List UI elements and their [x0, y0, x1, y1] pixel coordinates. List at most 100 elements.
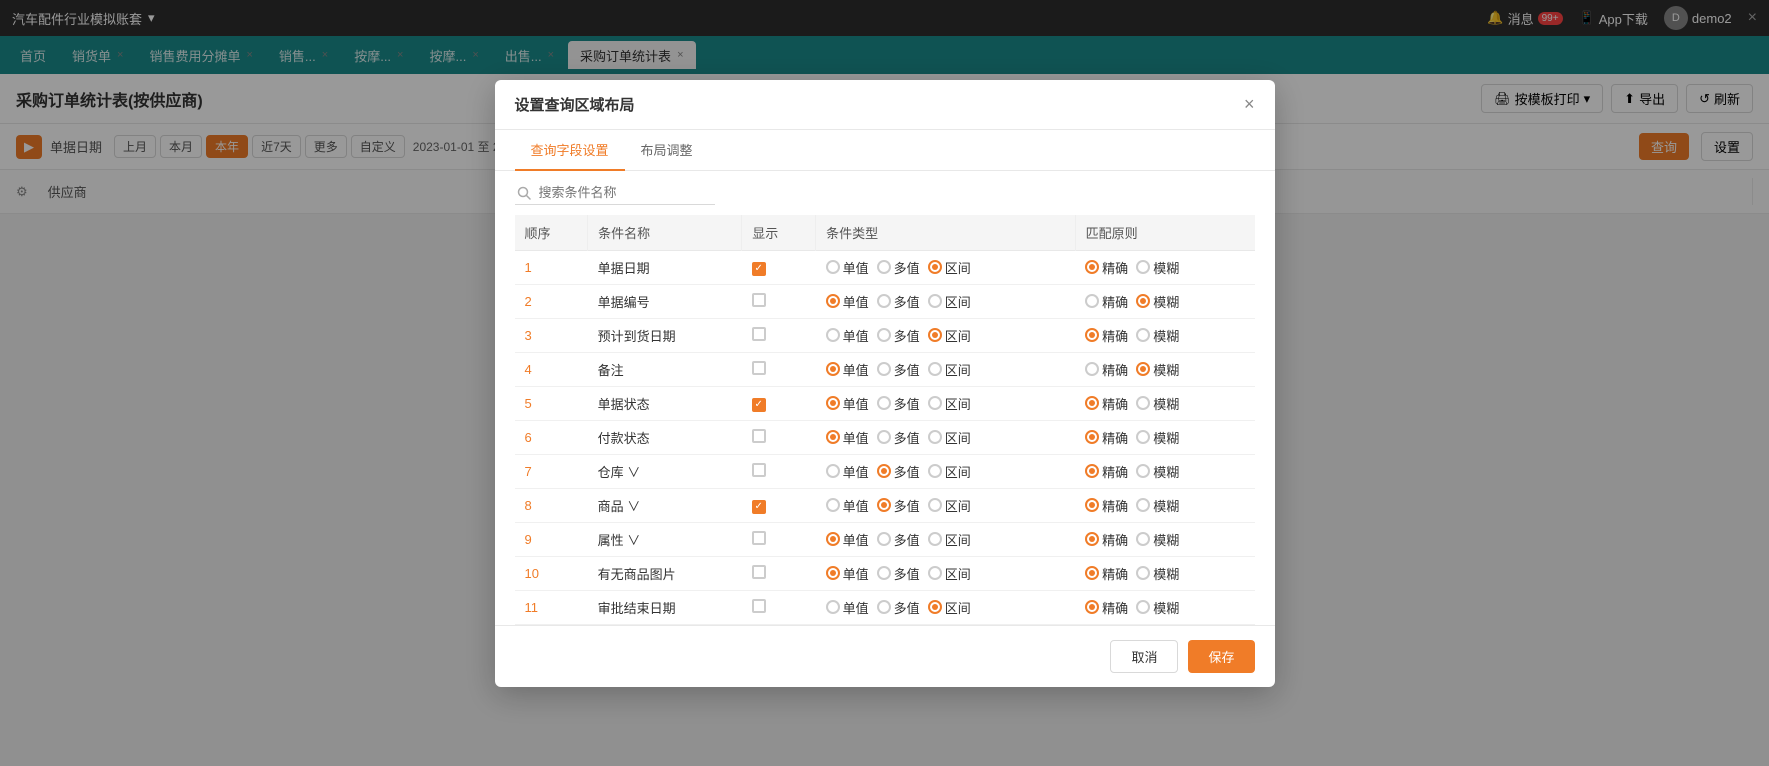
radio-type-单值[interactable]: 单值	[826, 530, 869, 549]
radio-match-精确[interactable]: 精确	[1085, 258, 1128, 277]
radio-type-单值[interactable]: 单值	[826, 326, 869, 345]
radio-match-精确[interactable]: 精确	[1085, 326, 1128, 345]
row-display-checkbox[interactable]	[742, 318, 816, 352]
radio-type-单值[interactable]: 单值	[826, 292, 869, 311]
radio-match-精确[interactable]: 精确	[1085, 564, 1128, 583]
radio-type-区间[interactable]: 区间	[928, 360, 971, 379]
radio-type-多值[interactable]: 多值	[877, 530, 920, 549]
radio-type-多值[interactable]: 多值	[877, 428, 920, 447]
row-display-checkbox[interactable]	[742, 352, 816, 386]
radio-type-多值[interactable]: 多值	[877, 564, 920, 583]
radio-match-精确[interactable]: 精确	[1085, 496, 1128, 515]
search-input[interactable]	[515, 181, 715, 205]
modal-close-button[interactable]: ×	[1244, 95, 1255, 113]
radio-type-区间[interactable]: 区间	[928, 428, 971, 447]
radio-match-模糊[interactable]: 模糊	[1136, 462, 1179, 481]
radio-match-精确[interactable]: 精确	[1085, 394, 1128, 413]
display-checkbox[interactable]	[752, 293, 766, 307]
radio-type-区间[interactable]: 区间	[928, 530, 971, 549]
radio-type-区间[interactable]: 区间	[928, 326, 971, 345]
radio-match-模糊[interactable]: 模糊	[1136, 292, 1179, 311]
radio-type-单值[interactable]: 单值	[826, 360, 869, 379]
row-match-radios: 精确模糊	[1075, 420, 1254, 454]
order-number: 2	[525, 294, 532, 309]
radio-type-多值[interactable]: 多值	[877, 326, 920, 345]
radio-match-精确[interactable]: 精确	[1085, 360, 1128, 379]
table-row: 9属性 ∨单值多值区间精确模糊	[515, 522, 1255, 556]
save-button[interactable]: 保存	[1188, 640, 1254, 673]
radio-type-区间[interactable]: 区间	[928, 394, 971, 413]
radio-type-多值[interactable]: 多值	[877, 360, 920, 379]
radio-match-模糊[interactable]: 模糊	[1136, 258, 1179, 277]
radio-type-多值[interactable]: 多值	[877, 496, 920, 515]
row-match-radios: 精确模糊	[1075, 352, 1254, 386]
display-checkbox[interactable]	[752, 327, 766, 341]
radio-match-精确[interactable]: 精确	[1085, 598, 1128, 617]
row-order: 6	[515, 420, 588, 454]
radio-match-模糊[interactable]: 模糊	[1136, 598, 1179, 617]
radio-type-单值[interactable]: 单值	[826, 564, 869, 583]
radio-match-模糊[interactable]: 模糊	[1136, 564, 1179, 583]
row-match-radios: 精确模糊	[1075, 284, 1254, 318]
row-condition-name: 审批结束日期	[588, 590, 742, 624]
radio-match-精确[interactable]: 精确	[1085, 292, 1128, 311]
table-header: 顺序 条件名称 显示 条件类型 匹配原则	[515, 215, 1255, 251]
row-type-radios: 单值多值区间	[816, 386, 1076, 420]
row-display-checkbox[interactable]	[742, 454, 816, 488]
row-display-checkbox[interactable]	[742, 522, 816, 556]
radio-match-精确[interactable]: 精确	[1085, 428, 1128, 447]
display-checkbox[interactable]	[752, 599, 766, 613]
radio-match-模糊[interactable]: 模糊	[1136, 496, 1179, 515]
radio-type-区间[interactable]: 区间	[928, 292, 971, 311]
row-display-checkbox[interactable]	[742, 590, 816, 624]
table-row: 6付款状态单值多值区间精确模糊	[515, 420, 1255, 454]
radio-type-多值[interactable]: 多值	[877, 394, 920, 413]
radio-type-多值[interactable]: 多值	[877, 292, 920, 311]
radio-type-多值[interactable]: 多值	[877, 258, 920, 277]
radio-match-模糊[interactable]: 模糊	[1136, 394, 1179, 413]
radio-type-区间[interactable]: 区间	[928, 462, 971, 481]
radio-type-单值[interactable]: 单值	[826, 394, 869, 413]
row-display-checkbox[interactable]	[742, 420, 816, 454]
row-display-checkbox[interactable]	[742, 250, 816, 284]
display-checkbox[interactable]	[752, 429, 766, 443]
radio-type-区间[interactable]: 区间	[928, 496, 971, 515]
radio-type-区间[interactable]: 区间	[928, 598, 971, 617]
radio-type-单值[interactable]: 单值	[826, 428, 869, 447]
radio-type-多值[interactable]: 多值	[877, 462, 920, 481]
modal-tab-layout-adjust-label: 布局调整	[641, 143, 693, 158]
radio-match-精确[interactable]: 精确	[1085, 462, 1128, 481]
display-checkbox[interactable]	[752, 500, 766, 514]
radio-type-单值[interactable]: 单值	[826, 258, 869, 277]
display-checkbox[interactable]	[752, 361, 766, 375]
radio-type-多值[interactable]: 多值	[877, 598, 920, 617]
row-match-radios: 精确模糊	[1075, 522, 1254, 556]
display-checkbox[interactable]	[752, 531, 766, 545]
order-number: 7	[525, 464, 532, 479]
display-checkbox[interactable]	[752, 262, 766, 276]
row-display-checkbox[interactable]	[742, 386, 816, 420]
display-checkbox[interactable]	[752, 398, 766, 412]
radio-match-精确[interactable]: 精确	[1085, 530, 1128, 549]
radio-match-模糊[interactable]: 模糊	[1136, 326, 1179, 345]
radio-type-单值[interactable]: 单值	[826, 598, 869, 617]
table-row: 7仓库 ∨单值多值区间精确模糊	[515, 454, 1255, 488]
table-row: 3预计到货日期单值多值区间精确模糊	[515, 318, 1255, 352]
radio-type-区间[interactable]: 区间	[928, 258, 971, 277]
row-display-checkbox[interactable]	[742, 556, 816, 590]
radio-match-模糊[interactable]: 模糊	[1136, 360, 1179, 379]
radio-type-单值[interactable]: 单值	[826, 496, 869, 515]
display-checkbox[interactable]	[752, 565, 766, 579]
radio-type-单值[interactable]: 单值	[826, 462, 869, 481]
row-display-checkbox[interactable]	[742, 488, 816, 522]
row-display-checkbox[interactable]	[742, 284, 816, 318]
radio-match-模糊[interactable]: 模糊	[1136, 428, 1179, 447]
row-match-radios: 精确模糊	[1075, 454, 1254, 488]
radio-match-模糊[interactable]: 模糊	[1136, 530, 1179, 549]
modal-tab-field-settings[interactable]: 查询字段设置	[515, 130, 625, 171]
display-checkbox[interactable]	[752, 463, 766, 477]
radio-type-区间[interactable]: 区间	[928, 564, 971, 583]
modal-table: 顺序 条件名称 显示 条件类型 匹配原则 1单据日期单值多值区间精确模糊2单据编…	[515, 215, 1255, 625]
modal-tab-layout-adjust[interactable]: 布局调整	[625, 130, 709, 171]
cancel-button[interactable]: 取消	[1110, 640, 1178, 673]
